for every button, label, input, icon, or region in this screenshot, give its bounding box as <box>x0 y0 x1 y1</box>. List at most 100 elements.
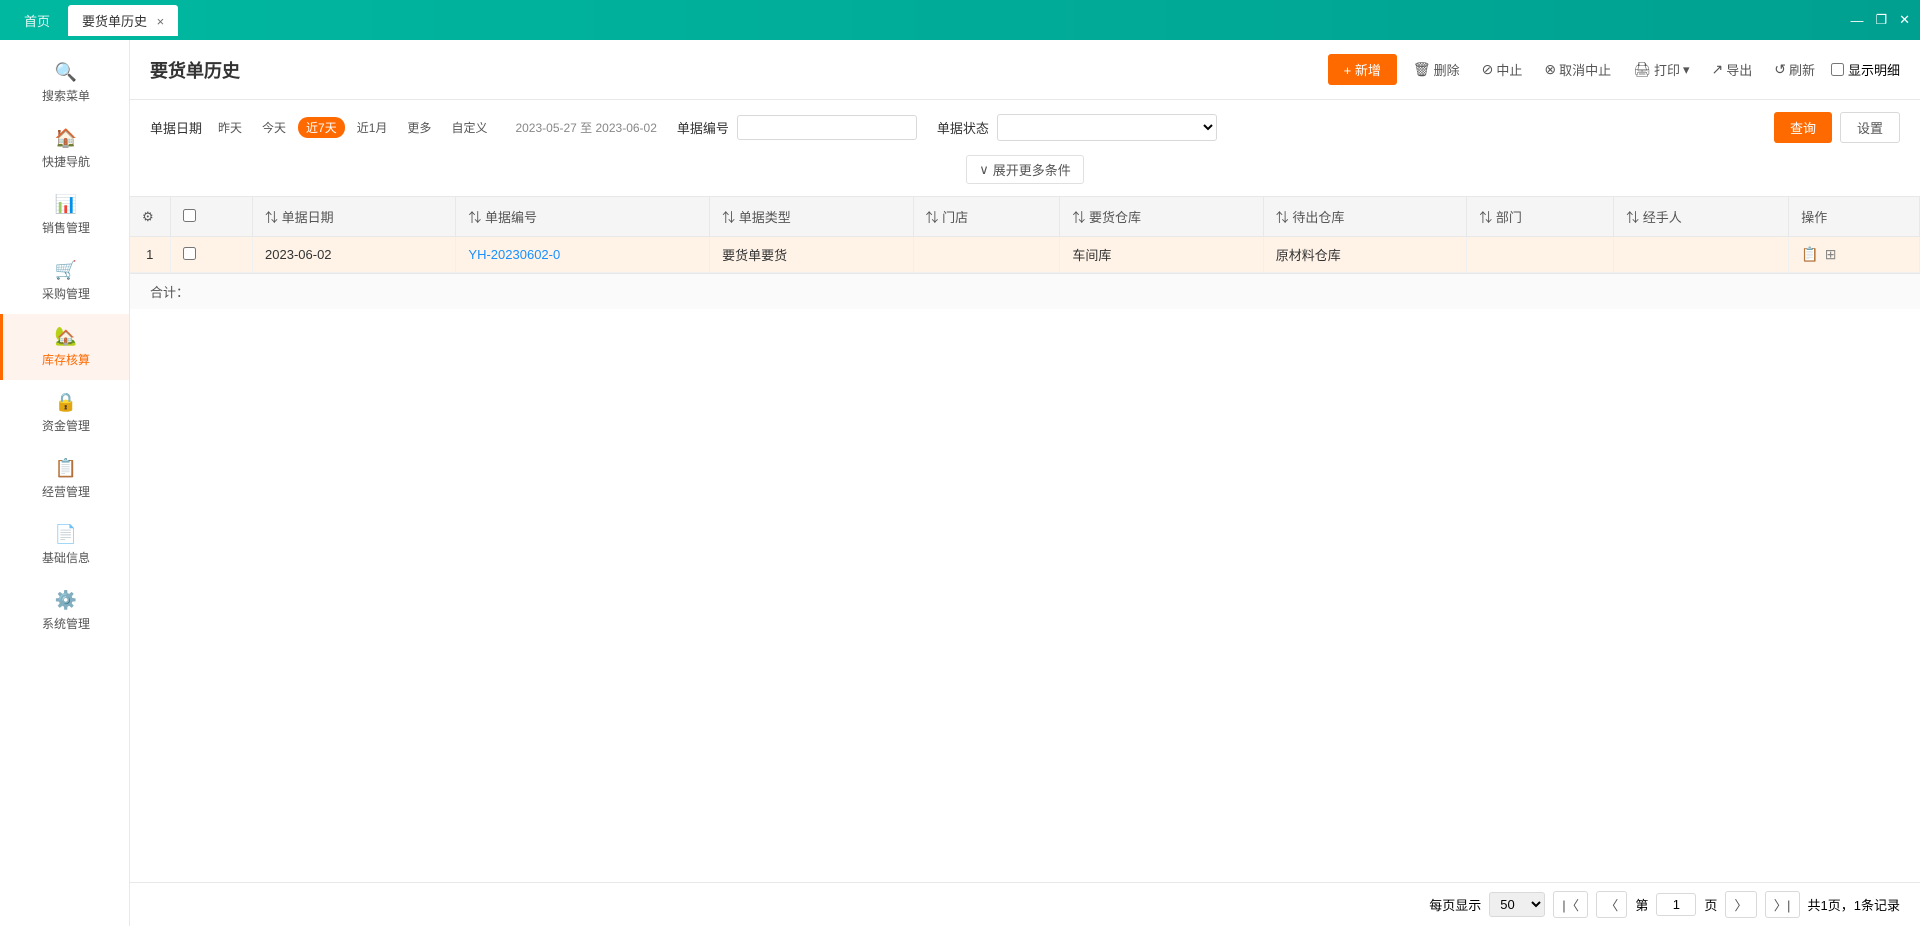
tab-home[interactable]: 首页 <box>10 5 64 36</box>
per-page-select[interactable]: 50 100 <box>1489 892 1545 917</box>
sidebar-item-purchase[interactable]: 🛒 采购管理 <box>0 248 129 314</box>
page-title: 要货单历史 <box>150 57 240 83</box>
table-settings-col[interactable]: ⚙ <box>130 197 170 237</box>
sidebar-item-sales[interactable]: 📊 销售管理 <box>0 182 129 248</box>
page-number-input[interactable] <box>1656 893 1696 916</box>
date-filter-label: 单据日期 <box>150 118 202 137</box>
total-records: 共1页，1条记录 <box>1808 895 1900 914</box>
th-no[interactable]: ⇅ 单据编号 <box>456 197 710 237</box>
shortcut-yesterday[interactable]: 昨天 <box>210 117 250 138</box>
suspend-button[interactable]: ⊘ 中止 <box>1476 56 1529 83</box>
next-page-button[interactable]: 〉 <box>1725 891 1756 918</box>
row-detail-icon[interactable]: ⊞ <box>1825 246 1837 263</box>
row-dept <box>1467 237 1614 273</box>
shortcut-1month[interactable]: 近1月 <box>349 117 396 138</box>
sidebar-item-system[interactable]: ⚙️ 系统管理 <box>0 578 129 644</box>
settings-button[interactable]: 设置 <box>1840 112 1900 143</box>
new-button[interactable]: + 新增 <box>1328 54 1397 85</box>
row-no: YH-20230602-0 <box>456 237 710 273</box>
refresh-button[interactable]: ↺ 刷新 <box>1768 56 1821 83</box>
pagination-bar: 每页显示 50 100 |〈 〈 第 页 〉 〉| 共1页，1条记录 <box>130 882 1920 926</box>
row-checkbox[interactable] <box>183 247 196 260</box>
sidebar-item-finance[interactable]: 🔒 资金管理 <box>0 380 129 446</box>
sidebar-label-finance: 资金管理 <box>42 417 90 434</box>
main-layout: 🔍 搜索菜单 🏠 快捷导航 📊 销售管理 🛒 采购管理 🏡 库存核算 🔒 资金管… <box>0 40 1920 926</box>
tab-requisition-history[interactable]: 要货单历史 × <box>68 5 178 36</box>
restore-button[interactable]: ❐ <box>1875 12 1887 28</box>
toolbar: + 新增 🗑 删除 ⊘ 中止 ⊗ 取消中止 🖨 打印 ▾ <box>1328 54 1900 85</box>
close-button[interactable]: ✕ <box>1899 12 1910 28</box>
last-page-button[interactable]: 〉| <box>1765 891 1800 918</box>
expand-row: ∨ 展开更多条件 <box>150 147 1900 184</box>
content-area: 要货单历史 + 新增 🗑 删除 ⊘ 中止 ⊗ 取消中止 🖨 打印 <box>130 40 1920 926</box>
print-dropdown-icon: ▾ <box>1683 62 1690 78</box>
tab-close-icon[interactable]: × <box>157 14 165 29</box>
docno-input[interactable] <box>737 115 917 140</box>
shortcut-custom[interactable]: 自定义 <box>443 117 495 138</box>
query-button[interactable]: 查询 <box>1774 112 1832 143</box>
th-pending-warehouse[interactable]: ⇅ 待出仓库 <box>1263 197 1466 237</box>
sidebar-label-quicknav: 快捷导航 <box>42 153 90 170</box>
prev-page-button[interactable]: 〈 <box>1596 891 1627 918</box>
print-button[interactable]: 🖨 打印 ▾ <box>1627 56 1695 83</box>
table-row: 1 2023-06-02 YH-20230602-0 要货单要货 车间库 原材料… <box>130 237 1920 273</box>
suspend-icon: ⊘ <box>1482 61 1494 78</box>
th-handler[interactable]: ⇅ 经手人 <box>1614 197 1789 237</box>
delete-button[interactable]: 🗑 删除 <box>1407 56 1466 83</box>
filter-area: 单据日期 昨天 今天 近7天 近1月 更多 自定义 2023-05-27 至 2… <box>130 100 1920 197</box>
display-detail-checkbox[interactable] <box>1831 63 1844 76</box>
th-date[interactable]: ⇅ 单据日期 <box>253 197 456 237</box>
first-page-button[interactable]: |〈 <box>1553 891 1588 918</box>
doc-icon: 📄 <box>55 524 77 545</box>
sidebar-item-quicknav[interactable]: 🏠 快捷导航 <box>0 116 129 182</box>
expand-more-button[interactable]: ∨ 展开更多条件 <box>966 155 1084 184</box>
date-range-display: 2023-05-27 至 2023-06-02 <box>515 119 656 136</box>
th-type[interactable]: ⇅ 单据类型 <box>710 197 913 237</box>
sidebar-item-search[interactable]: 🔍 搜索菜单 <box>0 50 129 116</box>
row-number: 1 <box>130 237 170 273</box>
row-pending-warehouse: 原材料仓库 <box>1263 237 1466 273</box>
cancel-suspend-button[interactable]: ⊗ 取消中止 <box>1538 56 1617 83</box>
minimize-button[interactable]: — <box>1850 13 1863 28</box>
chevron-down-icon: ∨ <box>979 162 989 178</box>
sidebar-item-operations[interactable]: 📋 经营管理 <box>0 446 129 512</box>
export-button[interactable]: ↗ 导出 <box>1705 56 1758 83</box>
cancel-suspend-icon: ⊗ <box>1544 61 1556 78</box>
doc-link[interactable]: YH-20230602-0 <box>468 247 560 262</box>
row-action: 📋 ⊞ <box>1789 237 1920 273</box>
page-prefix: 第 <box>1635 895 1648 914</box>
shortcut-more[interactable]: 更多 <box>399 117 439 138</box>
filter-group-date-range: 2023-05-27 至 2023-06-02 <box>515 119 656 136</box>
th-action: 操作 <box>1789 197 1920 237</box>
th-req-warehouse[interactable]: ⇅ 要货仓库 <box>1060 197 1263 237</box>
sidebar-item-basic[interactable]: 📄 基础信息 <box>0 512 129 578</box>
display-detail-checkbox-label[interactable]: 显示明细 <box>1831 60 1900 79</box>
row-req-warehouse: 车间库 <box>1060 237 1263 273</box>
clipboard-icon: 📋 <box>55 458 77 479</box>
status-filter-label: 单据状态 <box>937 118 989 137</box>
top-bar: 首页 要货单历史 × — ❐ ✕ <box>0 0 1920 40</box>
th-store[interactable]: ⇅ 门店 <box>913 197 1060 237</box>
delete-icon: 🗑 <box>1413 61 1431 78</box>
sidebar-item-inventory[interactable]: 🏡 库存核算 <box>0 314 129 380</box>
row-checkbox-cell <box>170 237 253 273</box>
row-handler <box>1614 237 1789 273</box>
chart-icon: 📊 <box>55 194 77 215</box>
table-header: ⚙ ⇅ 单据日期 ⇅ 单据编号 ⇅ 单据类型 ⇅ 门店 ⇅ 要货仓库 ⇅ 待出仓… <box>130 197 1920 237</box>
shortcut-7days[interactable]: 近7天 <box>298 117 345 138</box>
sidebar-label-operations: 经营管理 <box>42 483 90 500</box>
filter-group-date: 单据日期 昨天 今天 近7天 近1月 更多 自定义 <box>150 117 495 138</box>
home-icon: 🏠 <box>55 128 77 149</box>
inventory-icon: 🏡 <box>55 326 77 347</box>
th-dept[interactable]: ⇅ 部门 <box>1467 197 1614 237</box>
filter-group-status: 单据状态 <box>937 114 1217 141</box>
sidebar-label-sales: 销售管理 <box>42 219 90 236</box>
sort-icon-dept: ⇅ <box>1479 210 1492 225</box>
shortcut-today[interactable]: 今天 <box>254 117 294 138</box>
summary-label: 合计： <box>150 285 189 300</box>
tab-list: 首页 要货单历史 × <box>10 5 1850 36</box>
sort-icon-handler: ⇅ <box>1626 210 1639 225</box>
status-select[interactable] <box>997 114 1217 141</box>
row-edit-icon[interactable]: 📋 <box>1801 246 1818 263</box>
select-all-checkbox[interactable] <box>183 209 196 222</box>
